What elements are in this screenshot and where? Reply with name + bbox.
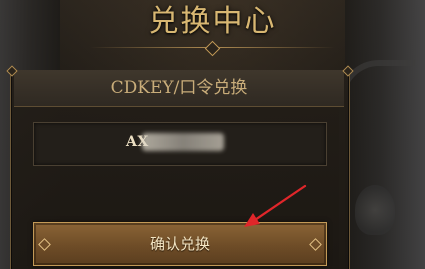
page-title: 兑换中心	[148, 4, 277, 39]
cdkey-obscured-mask	[142, 133, 224, 151]
background-arch	[339, 60, 415, 269]
game-background: 兑换中心 CDKEY/口令兑换 AX 确认兑换	[0, 0, 425, 269]
confirm-redeem-label: 确认兑换	[149, 235, 210, 253]
background-ornament	[355, 185, 395, 235]
confirm-redeem-button[interactable]: 确认兑换	[33, 222, 327, 266]
redeem-panel-title: CDKEY/口令兑换	[110, 78, 248, 98]
